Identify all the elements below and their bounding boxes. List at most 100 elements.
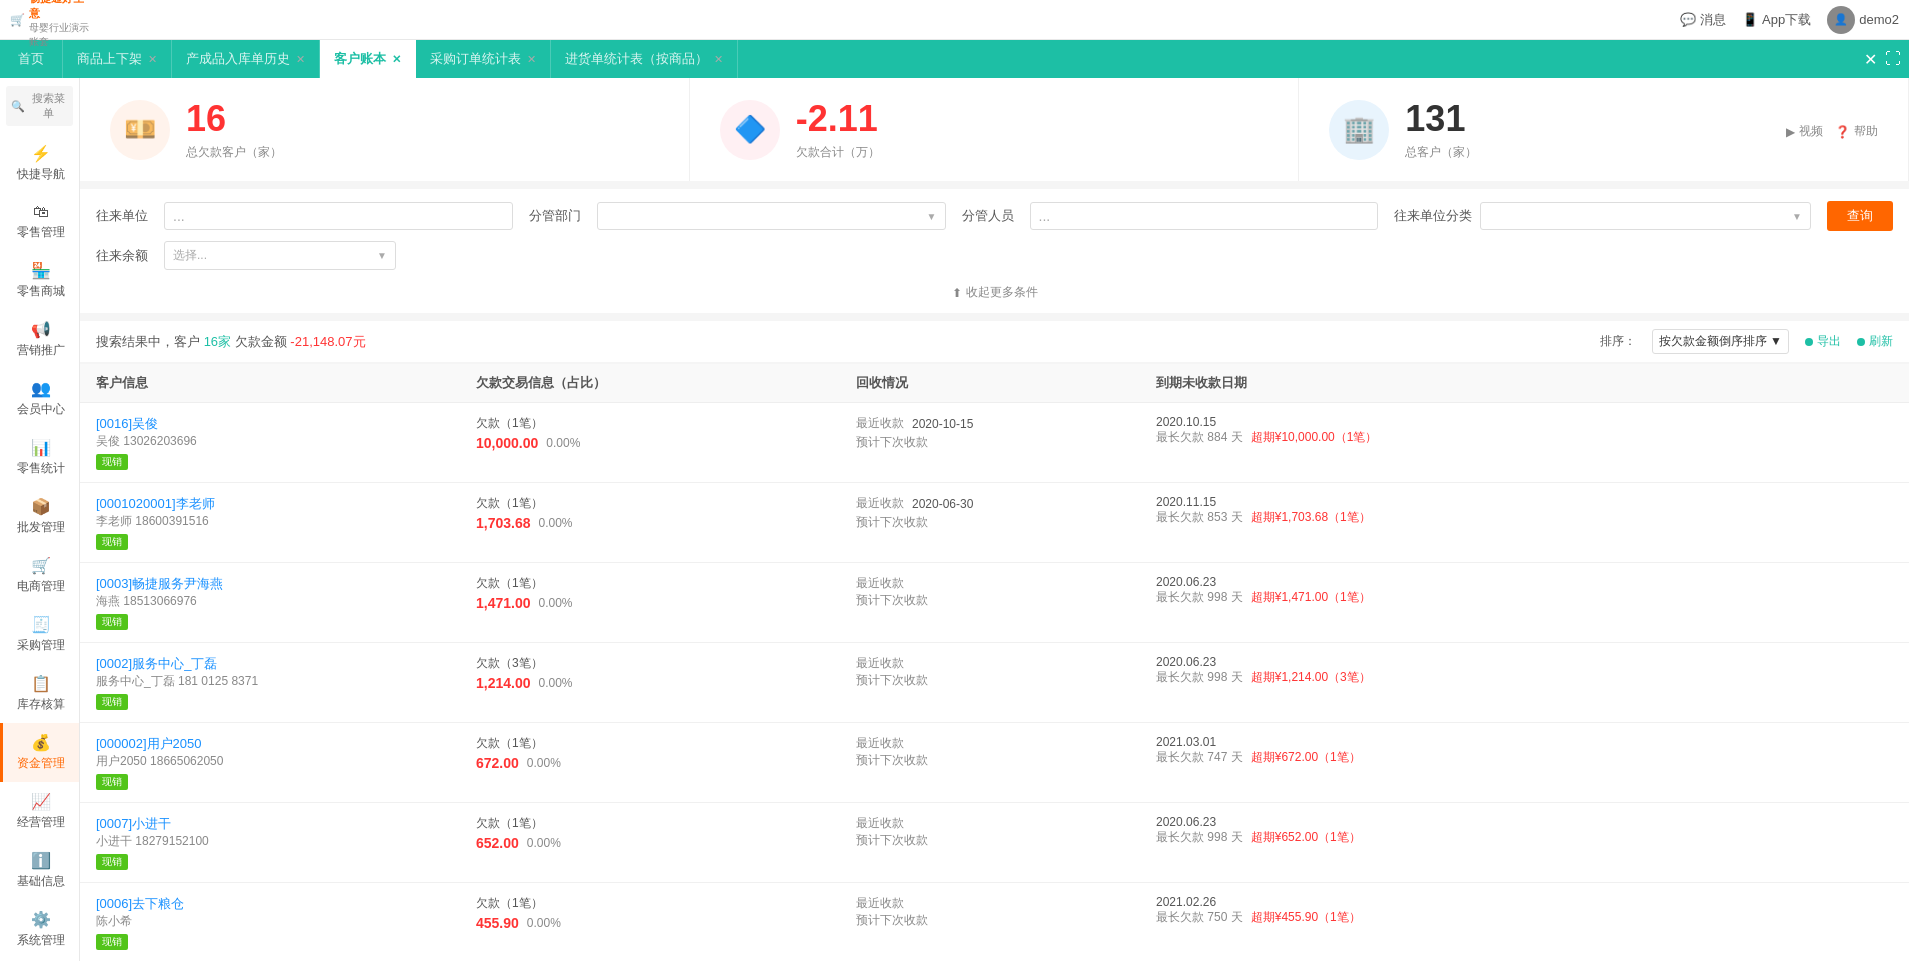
table-row: [000002]用户2050 用户2050 18665062050 现销 欠款（… <box>80 723 1909 803</box>
overdue-amount-6[interactable]: 超期¥455.90（1笔） <box>1251 909 1361 926</box>
sidebar-item-retail-stats[interactable]: 📊 零售统计 <box>0 428 79 487</box>
filter-row-2: 往来余额 选择... ▼ <box>96 241 1893 270</box>
overdue-amount-5[interactable]: 超期¥652.00（1笔） <box>1251 829 1361 846</box>
table-row: [0003]畅捷服务尹海燕 海燕 18513066976 现销 欠款（1笔） 1… <box>80 563 1909 643</box>
source-unit-input[interactable]: ... <box>164 202 513 230</box>
ecommerce-icon: 🛒 <box>7 556 75 575</box>
close-tab-icon[interactable]: ✕ <box>148 53 157 66</box>
sidebar-item-purchase[interactable]: 🧾 采购管理 <box>0 605 79 664</box>
debt-amount-5: 652.00 <box>476 835 519 851</box>
unit-class-select[interactable]: ▼ <box>1480 202 1811 230</box>
tab-product-shelf[interactable]: 商品上下架 ✕ <box>63 40 172 78</box>
tab-home[interactable]: 首页 <box>0 40 63 78</box>
sidebar-item-finance[interactable]: 💰 资金管理 <box>0 723 79 782</box>
filter-person: 分管人员 ... <box>962 202 1379 230</box>
sidebar-item-retail-mall[interactable]: 🏪 零售商城 <box>0 251 79 310</box>
debt-cell-6: 欠款（1笔） 455.90 0.00% <box>476 895 856 936</box>
sidebar-item-ecommerce[interactable]: 🛒 电商管理 <box>0 546 79 605</box>
customer-name-1[interactable]: [0001020001]李老师 <box>96 496 215 511</box>
person-input[interactable]: ... <box>1030 202 1379 230</box>
overdue-days-6: 最长欠款 750 天 <box>1156 909 1243 926</box>
query-btn[interactable]: 查询 <box>1827 201 1893 231</box>
close-tab-icon[interactable]: ✕ <box>714 53 723 66</box>
debt-customers-icon: 💴 <box>110 100 170 160</box>
recovery-next-5: 预计下次收款 <box>856 832 1156 849</box>
customer-name-5[interactable]: [0007]小进干 <box>96 816 171 831</box>
overdue-cell-1: 2020.11.15 最长欠款 853 天 超期¥1,703.68（1笔） <box>1156 495 1893 528</box>
col-header-overdue: 到期未收款日期 <box>1156 374 1893 392</box>
video-help-btn[interactable]: ▶ 视频 <box>1786 123 1823 140</box>
tab-purchase-stats[interactable]: 采购订单统计表 ✕ <box>416 40 551 78</box>
customer-cell-3: [0002]服务中心_丁磊 服务中心_丁磊 181 0125 8371 现销 <box>96 655 476 710</box>
collapse-btn[interactable]: ⬆ 收起更多条件 <box>96 280 1893 305</box>
filter-dept: 分管部门 ▼ <box>529 202 946 230</box>
sidebar-item-quick-nav[interactable]: ⚡ 快捷导航 <box>0 134 79 193</box>
col-header-debt: 欠款交易信息（占比） <box>476 374 856 392</box>
sidebar-search-btn[interactable]: 🔍 搜索菜单 <box>6 86 73 126</box>
overdue-amount-1[interactable]: 超期¥1,703.68（1笔） <box>1251 509 1371 526</box>
debt-count-5: 欠款（1笔） <box>476 815 856 832</box>
sort-select[interactable]: 按欠款金额倒序排序 ▼ <box>1652 329 1789 354</box>
message-btn[interactable]: 💬 消息 <box>1680 11 1726 29</box>
customer-name-4[interactable]: [000002]用户2050 <box>96 736 202 751</box>
debt-customers-label: 总欠款客户（家） <box>186 144 282 161</box>
sidebar-item-inventory[interactable]: 📋 库存核算 <box>0 664 79 723</box>
overdue-amount-2[interactable]: 超期¥1,471.00（1笔） <box>1251 589 1371 606</box>
content-area: 💴 16 总欠款客户（家） 🔷 -2.11 欠款合计（万） 🏢 131 总客户（… <box>80 78 1909 961</box>
overdue-amount-4[interactable]: 超期¥672.00（1笔） <box>1251 749 1361 766</box>
close-tab-icon[interactable]: ✕ <box>392 53 401 66</box>
debt-amount-6: 455.90 <box>476 915 519 931</box>
tab-fullscreen-btn[interactable]: ⛶ <box>1885 50 1901 68</box>
sidebar-item-retail-mgmt[interactable]: 🛍 零售管理 <box>0 193 79 251</box>
table-row: [0006]去下粮仓 陈小希 现销 欠款（1笔） 455.90 0.00% 最近… <box>80 883 1909 961</box>
tab-stock-stats[interactable]: 进货单统计表（按商品） ✕ <box>551 40 738 78</box>
user-menu[interactable]: 👤 demo2 <box>1827 6 1899 34</box>
customer-phone-3: 服务中心_丁磊 181 0125 8371 <box>96 673 476 690</box>
retail-mall-icon: 🏪 <box>7 261 75 280</box>
tab-production-history[interactable]: 产成品入库单历史 ✕ <box>172 40 320 78</box>
tab-customer-account[interactable]: 客户账本 ✕ <box>320 40 416 78</box>
close-tab-icon[interactable]: ✕ <box>527 53 536 66</box>
stat-info-total-debt: -2.11 欠款合计（万） <box>796 98 880 161</box>
table-container: 客户信息 欠款交易信息（占比） 回收情况 到期未收款日期 [0016]吴俊 吴俊… <box>80 364 1909 961</box>
overdue-cell-3: 2020.06.23 最长欠款 998 天 超期¥1,214.00（3笔） <box>1156 655 1893 688</box>
app-download-btn[interactable]: 📱 App下载 <box>1742 11 1811 29</box>
customer-name-3[interactable]: [0002]服务中心_丁磊 <box>96 656 217 671</box>
col-header-customer: 客户信息 <box>96 374 476 392</box>
customer-name-2[interactable]: [0003]畅捷服务尹海燕 <box>96 576 223 591</box>
sidebar-item-system[interactable]: ⚙️ 系统管理 <box>0 900 79 959</box>
customer-name-0[interactable]: [0016]吴俊 <box>96 416 158 431</box>
app-name: 畅捷通好生意 <box>29 0 90 21</box>
filter-unit-class: 往来单位分类 ▼ <box>1394 202 1811 230</box>
debt-cell-5: 欠款（1笔） 652.00 0.00% <box>476 815 856 856</box>
tab-bar-end: ✕ ⛶ <box>1864 50 1909 69</box>
customer-name-6[interactable]: [0006]去下粮仓 <box>96 896 184 911</box>
export-btn[interactable]: 导出 <box>1805 333 1841 350</box>
help-btn[interactable]: ❓ 帮助 <box>1835 123 1878 140</box>
sidebar-item-operations[interactable]: 📈 经营管理 <box>0 782 79 841</box>
customer-phone-0: 吴俊 13026203696 <box>96 433 476 450</box>
refresh-btn[interactable]: 刷新 <box>1857 333 1893 350</box>
main-layout: 🔍 搜索菜单 ⚡ 快捷导航 🛍 零售管理 🏪 零售商城 📢 营销推广 👥 会员中… <box>0 78 1909 961</box>
balance-select[interactable]: 选择... ▼ <box>164 241 396 270</box>
recovery-next-3: 预计下次收款 <box>856 672 1156 689</box>
customer-phone-4: 用户2050 18665062050 <box>96 753 476 770</box>
sidebar-item-batch-mgmt[interactable]: 📦 批发管理 <box>0 487 79 546</box>
sidebar-item-basic-info[interactable]: ℹ️ 基础信息 <box>0 841 79 900</box>
sidebar-item-member[interactable]: 👥 会员中心 <box>0 369 79 428</box>
stats-bar: 💴 16 总欠款客户（家） 🔷 -2.11 欠款合计（万） 🏢 131 总客户（… <box>80 78 1909 181</box>
debt-amount-0: 10,000.00 <box>476 435 538 451</box>
overdue-amount-0[interactable]: 超期¥10,000.00（1笔） <box>1251 429 1378 446</box>
sidebar-item-marketing[interactable]: 📢 营销推广 <box>0 310 79 369</box>
tab-close-all-btn[interactable]: ✕ <box>1864 50 1877 69</box>
debt-ratio-4: 0.00% <box>527 756 561 770</box>
person-label: 分管人员 <box>962 207 1022 225</box>
overdue-amount-3[interactable]: 超期¥1,214.00（3笔） <box>1251 669 1371 686</box>
search-icon: 🔍 <box>11 100 25 113</box>
recovery-latest-4: 最近收款 <box>856 735 1156 752</box>
close-tab-icon[interactable]: ✕ <box>296 53 305 66</box>
sidebar: 🔍 搜索菜单 ⚡ 快捷导航 🛍 零售管理 🏪 零售商城 📢 营销推广 👥 会员中… <box>0 78 80 961</box>
stat-card-total-debt: 🔷 -2.11 欠款合计（万） <box>690 78 1300 181</box>
overdue-days-5: 最长欠款 998 天 <box>1156 829 1243 846</box>
dept-select[interactable]: ▼ <box>597 202 946 230</box>
